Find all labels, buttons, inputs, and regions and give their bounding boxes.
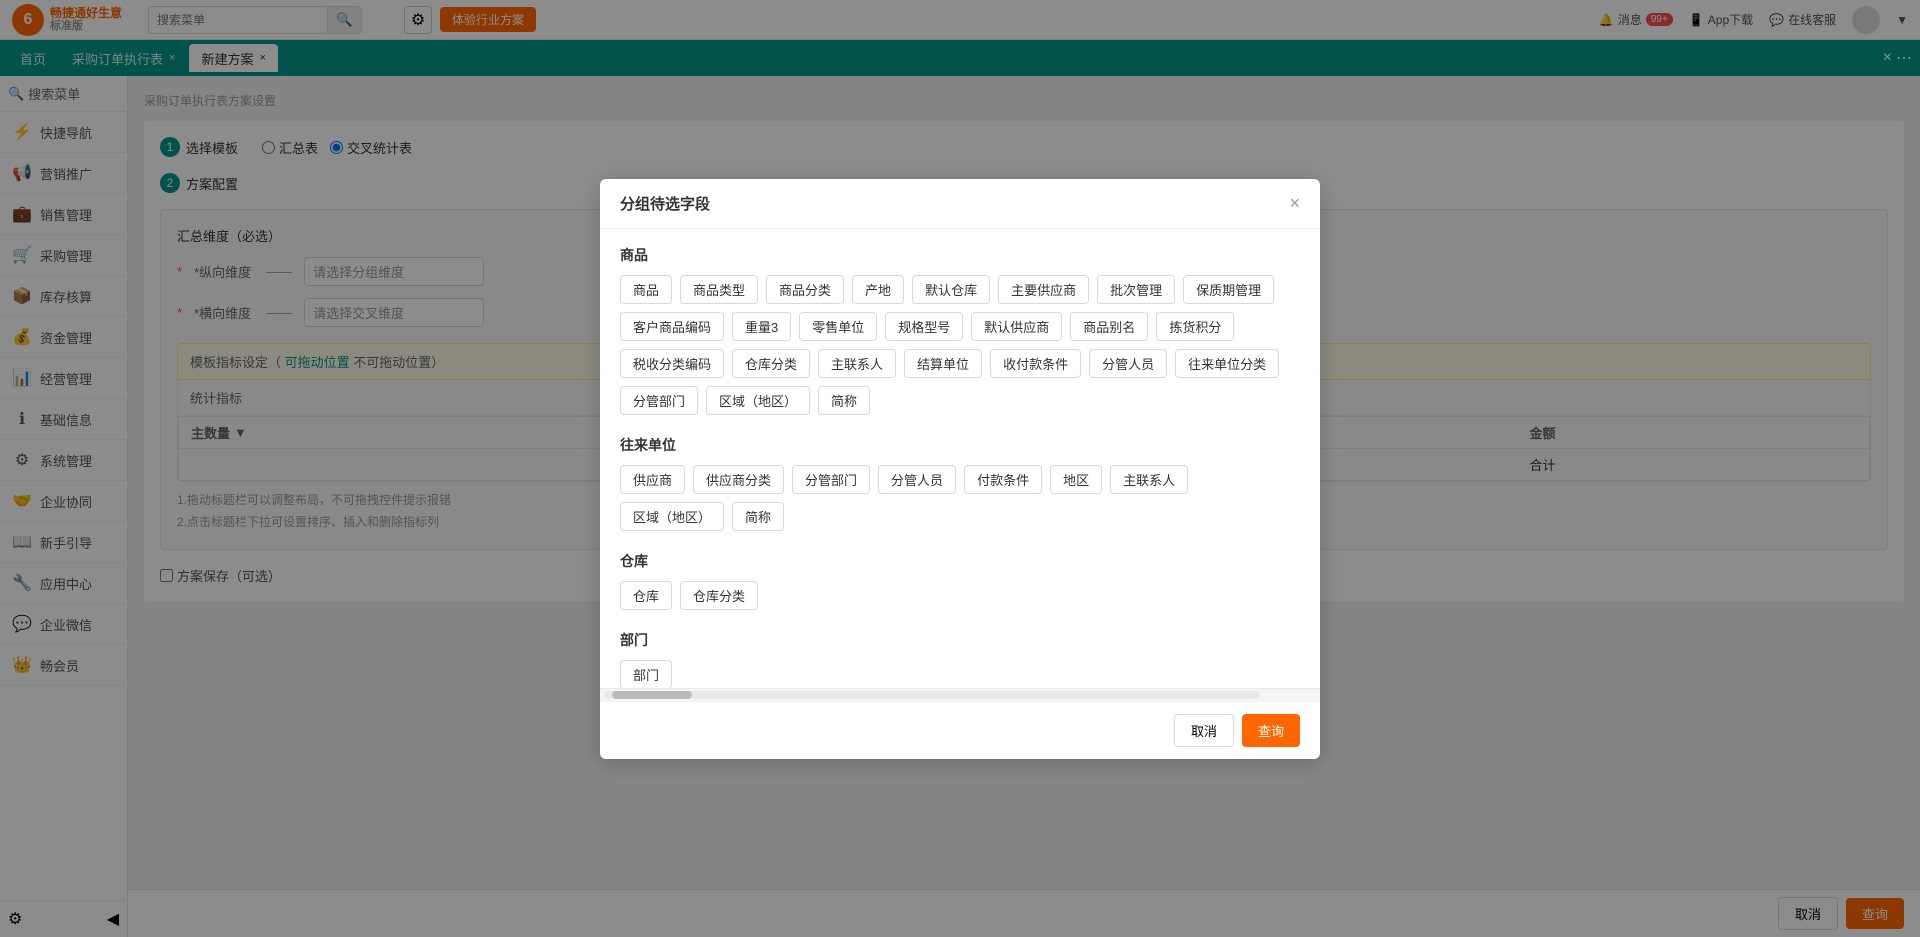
chip-area[interactable]: 地区: [1050, 465, 1102, 494]
chip-region2[interactable]: 区域（地区）: [620, 502, 724, 531]
chip-region[interactable]: 区域（地区）: [706, 386, 810, 415]
chip-contact[interactable]: 主联系人: [1110, 465, 1188, 494]
chip-partner-cat[interactable]: 往来单位分类: [1175, 349, 1279, 378]
chip-abbr[interactable]: 简称: [732, 502, 784, 531]
modal-confirm-button[interactable]: 查询: [1242, 714, 1300, 747]
chip-retail-unit[interactable]: 零售单位: [799, 312, 877, 341]
modal: 分组待选字段 × 商品 商品 商品类型 商品分类 产地 默认仓库 主要供应商 批…: [600, 179, 1320, 759]
field-group-partner: 往来单位 供应商 供应商分类 分管部门 分管人员 付款条件 地区 主联系人 区域…: [620, 435, 1300, 531]
chip-warehouse-cat[interactable]: 仓库分类: [732, 349, 810, 378]
chip-spec-model[interactable]: 规格型号: [885, 312, 963, 341]
modal-cancel-button[interactable]: 取消: [1174, 714, 1234, 747]
chip-mgmt-dept[interactable]: 分管部门: [792, 465, 870, 494]
chip-dept[interactable]: 部门: [620, 660, 672, 688]
chip-customer-code[interactable]: 客户商品编码: [620, 312, 724, 341]
scroll-track: [604, 691, 1260, 699]
chip-warehouse[interactable]: 仓库: [620, 581, 672, 610]
chip-default-supplier[interactable]: 默认供应商: [971, 312, 1062, 341]
chip-goods-type[interactable]: 商品类型: [680, 275, 758, 304]
chip-short-name[interactable]: 简称: [818, 386, 870, 415]
field-chips-goods: 商品 商品类型 商品分类 产地 默认仓库 主要供应商 批次管理 保质期管理 客户…: [620, 275, 1300, 415]
scroll-thumb: [612, 691, 692, 699]
chip-manager[interactable]: 分管人员: [1089, 349, 1167, 378]
field-chips-partner: 供应商 供应商分类 分管部门 分管人员 付款条件 地区 主联系人 区域（地区） …: [620, 465, 1300, 531]
chip-payment-terms[interactable]: 收付款条件: [990, 349, 1081, 378]
chip-goods-cat[interactable]: 商品分类: [766, 275, 844, 304]
field-group-warehouse-title: 仓库: [620, 551, 1300, 571]
field-group-goods-title: 商品: [620, 245, 1300, 265]
chip-main-contact[interactable]: 主联系人: [818, 349, 896, 378]
chip-settlement-unit[interactable]: 结算单位: [904, 349, 982, 378]
field-chips-dept: 部门: [620, 660, 1300, 688]
chip-supplier-cat[interactable]: 供应商分类: [693, 465, 784, 494]
modal-body: 商品 商品 商品类型 商品分类 产地 默认仓库 主要供应商 批次管理 保质期管理…: [600, 229, 1320, 688]
field-group-goods: 商品 商品 商品类型 商品分类 产地 默认仓库 主要供应商 批次管理 保质期管理…: [620, 245, 1300, 415]
modal-footer: 取消 查询: [600, 701, 1320, 759]
chip-default-warehouse[interactable]: 默认仓库: [912, 275, 990, 304]
modal-close-button[interactable]: ×: [1289, 194, 1300, 212]
modal-overlay[interactable]: 分组待选字段 × 商品 商品 商品类型 商品分类 产地 默认仓库 主要供应商 批…: [0, 0, 1920, 937]
chip-pick-points[interactable]: 拣货积分: [1156, 312, 1234, 341]
chip-shelf-life[interactable]: 保质期管理: [1183, 275, 1274, 304]
chip-pay-terms[interactable]: 付款条件: [964, 465, 1042, 494]
field-group-dept: 部门 部门: [620, 630, 1300, 688]
chip-warehouse-category[interactable]: 仓库分类: [680, 581, 758, 610]
field-group-partner-title: 往来单位: [620, 435, 1300, 455]
modal-hscrollbar[interactable]: [600, 688, 1320, 701]
chip-supplier[interactable]: 供应商: [620, 465, 685, 494]
chip-batch-mgmt[interactable]: 批次管理: [1097, 275, 1175, 304]
chip-weight3[interactable]: 重量3: [732, 312, 791, 341]
field-group-warehouse: 仓库 仓库 仓库分类: [620, 551, 1300, 610]
modal-title: 分组待选字段: [620, 193, 710, 214]
chip-mgmt-staff[interactable]: 分管人员: [878, 465, 956, 494]
chip-tax-code[interactable]: 税收分类编码: [620, 349, 724, 378]
chip-origin[interactable]: 产地: [852, 275, 904, 304]
chip-dept-mgmt[interactable]: 分管部门: [620, 386, 698, 415]
chip-main-supplier[interactable]: 主要供应商: [998, 275, 1089, 304]
chip-alias[interactable]: 商品别名: [1070, 312, 1148, 341]
modal-header: 分组待选字段 ×: [600, 179, 1320, 229]
chip-goods[interactable]: 商品: [620, 275, 672, 304]
field-chips-warehouse: 仓库 仓库分类: [620, 581, 1300, 610]
field-group-dept-title: 部门: [620, 630, 1300, 650]
